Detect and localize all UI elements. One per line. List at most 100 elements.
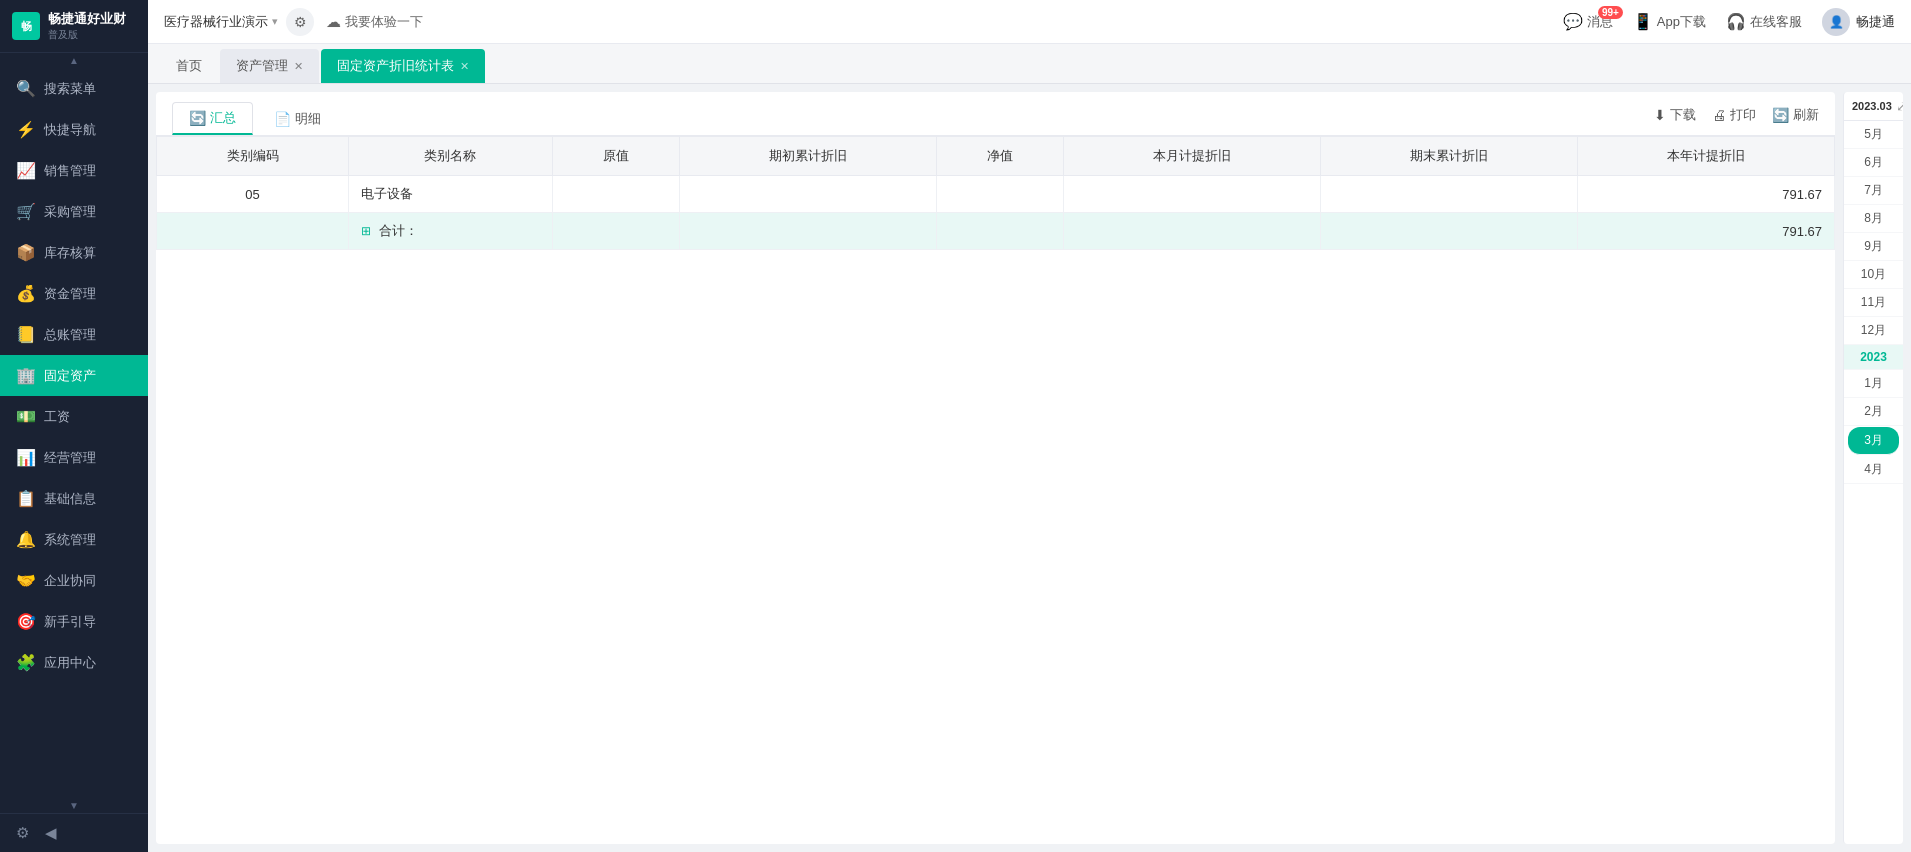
sidebar-label-appstore: 应用中心	[44, 654, 96, 672]
avatar: 👤	[1822, 8, 1850, 36]
sidebar-item-sales[interactable]: 📈销售管理	[0, 150, 148, 191]
date-panel-expand-icon[interactable]: ⤢	[1896, 98, 1903, 114]
app-download-label: App下载	[1657, 13, 1706, 31]
subtotal-net-value	[936, 213, 1063, 250]
tab-depreciation[interactable]: 固定资产折旧统计表 ✕	[321, 49, 485, 83]
row-code: 05	[157, 176, 349, 213]
sidebar-icon-appstore: 🧩	[16, 653, 34, 672]
date-item-2[interactable]: 2月	[1844, 398, 1903, 426]
username: 畅捷通	[1856, 13, 1895, 31]
sidebar-item-ledger[interactable]: 📒总账管理	[0, 314, 148, 355]
sidebar-item-system[interactable]: 🔔系统管理	[0, 519, 148, 560]
sidebar-item-guide[interactable]: 🎯新手引导	[0, 601, 148, 642]
subtotal-empty	[157, 213, 349, 250]
sidebar: 畅 畅捷通好业财 普及版 ▲ 🔍搜索菜单⚡快捷导航📈销售管理🛒采购管理📦库存核算…	[0, 0, 148, 852]
col-yearly-dep: 本年计提折旧	[1578, 137, 1835, 176]
sidebar-item-salary[interactable]: 💵 工资	[0, 396, 148, 437]
sub-tabs: 🔄 汇总 📄 明细	[172, 102, 338, 135]
date-item-11[interactable]: 11月	[1844, 289, 1903, 317]
sub-tab-summary[interactable]: 🔄 汇总	[172, 102, 253, 135]
date-item-10[interactable]: 10月	[1844, 261, 1903, 289]
row-monthly-dep	[1064, 176, 1321, 213]
sidebar-item-collab[interactable]: 🤝企业协同	[0, 560, 148, 601]
print-button[interactable]: 🖨 打印	[1712, 106, 1756, 124]
tab-home[interactable]: 首页	[160, 49, 218, 83]
scroll-down-icon[interactable]: ▼	[69, 800, 79, 811]
sidebar-label-ledger: 总账管理	[44, 326, 96, 344]
sidebar-item-funds[interactable]: 💰资金管理	[0, 273, 148, 314]
settings-button[interactable]: ⚙	[286, 8, 314, 36]
subtotal-monthly-dep	[1064, 213, 1321, 250]
app-title-group: 畅捷通好业财 普及版	[48, 10, 126, 42]
sidebar-icon-sales: 📈	[16, 161, 34, 180]
download-button[interactable]: ⬇ 下载	[1654, 106, 1696, 124]
customer-service-button[interactable]: 🎧 在线客服	[1726, 12, 1802, 31]
row-name: 电子设备	[349, 176, 553, 213]
subtotal-row: ⊞ 合计： 791.67	[157, 213, 1835, 250]
experience-label: 我要体验一下	[345, 13, 423, 31]
page-content: 🔄 汇总 📄 明细 ⬇ 下载 🖨 打印	[156, 92, 1835, 844]
subtotal-yearly-dep: 791.67	[1578, 213, 1835, 250]
date-item-7[interactable]: 7月	[1844, 177, 1903, 205]
sidebar-item-inventory[interactable]: 📦 库存核算	[0, 232, 148, 273]
avatar-icon: 👤	[1829, 15, 1844, 29]
sidebar-icon-guide: 🎯	[16, 612, 34, 631]
sidebar-label-salary: 工资	[44, 408, 70, 426]
tabbar: 首页 资产管理 ✕ 固定资产折旧统计表 ✕	[148, 44, 1911, 84]
sidebar-icon-funds: 💰	[16, 284, 34, 303]
scroll-up-icon[interactable]: ▲	[69, 55, 79, 66]
app-download-button[interactable]: 📱 App下载	[1633, 12, 1706, 31]
tab-asset-mgmt-close-icon[interactable]: ✕	[294, 60, 303, 73]
summary-icon: 🔄	[189, 110, 206, 126]
company-selector[interactable]: 医疗器械行业演示 ▾	[164, 13, 278, 31]
table-container: 类别编码 类别名称 原值 期初累计折旧 净值 本月计提折旧 期末累计折旧 本年计…	[156, 136, 1835, 844]
date-item-12[interactable]: 12月	[1844, 317, 1903, 345]
sidebar-icon-inventory: 📦	[16, 243, 34, 262]
data-table: 类别编码 类别名称 原值 期初累计折旧 净值 本月计提折旧 期末累计折旧 本年计…	[156, 136, 1835, 250]
main-area: 医疗器械行业演示 ▾ ⚙ ☁ 我要体验一下 💬 消息 99+ 📱 App下载 🎧…	[148, 0, 1911, 852]
download-label: 下载	[1670, 106, 1696, 124]
sidebar-item-operations[interactable]: 📊经营管理	[0, 437, 148, 478]
date-panel-title: 2023.03	[1848, 100, 1896, 112]
date-panel: 2023.03 ⤢ ✕ 5月 6月 7月 8月 9月 10月 11月 12月 2…	[1843, 92, 1903, 844]
tab-asset-mgmt[interactable]: 资产管理 ✕	[220, 49, 319, 83]
tab-asset-mgmt-label: 资产管理	[236, 57, 288, 75]
sidebar-item-appstore[interactable]: 🧩 应用中心	[0, 642, 148, 683]
sidebar-icon-salary: 💵	[16, 407, 34, 426]
sidebar-item-purchase[interactable]: 🛒采购管理	[0, 191, 148, 232]
tab-depreciation-close-icon[interactable]: ✕	[460, 60, 469, 73]
subtotal-icon: ⊞	[361, 224, 371, 238]
date-item-5[interactable]: 5月	[1844, 121, 1903, 149]
gear-icon: ⚙	[294, 14, 307, 30]
date-item-3-active[interactable]: 3月	[1848, 427, 1899, 455]
date-item-6[interactable]: 6月	[1844, 149, 1903, 177]
experience-button[interactable]: ☁ 我要体验一下	[326, 13, 423, 31]
sub-tab-detail[interactable]: 📄 明细	[257, 102, 338, 135]
date-item-9[interactable]: 9月	[1844, 233, 1903, 261]
sidebar-label-collab: 企业协同	[44, 572, 96, 590]
date-item-4[interactable]: 4月	[1844, 456, 1903, 484]
sidebar-icon-fixed: 🏢	[16, 366, 34, 385]
refresh-label: 刷新	[1793, 106, 1819, 124]
row-net-value	[936, 176, 1063, 213]
sidebar-label-inventory: 库存核算	[44, 244, 96, 262]
sidebar-icon-basic: 📋	[16, 489, 34, 508]
sidebar-item-fixed[interactable]: 🏢固定资产	[0, 355, 148, 396]
col-net-value: 净值	[936, 137, 1063, 176]
refresh-button[interactable]: 🔄 刷新	[1772, 106, 1819, 124]
messages-button[interactable]: 💬 消息 99+	[1563, 12, 1613, 31]
sidebar-item-basic[interactable]: 📋基础信息	[0, 478, 148, 519]
sidebar-item-quicknav[interactable]: ⚡快捷导航	[0, 109, 148, 150]
date-item-1[interactable]: 1月	[1844, 370, 1903, 398]
sidebar-item-search[interactable]: 🔍搜索菜单	[0, 68, 148, 109]
settings-icon[interactable]: ⚙	[16, 824, 29, 842]
sidebar-footer: ⚙ ◀	[0, 813, 148, 852]
collapse-icon[interactable]: ◀	[45, 824, 57, 842]
user-menu[interactable]: 👤 畅捷通	[1822, 8, 1895, 36]
row-period-dep	[679, 176, 936, 213]
refresh-icon: 🔄	[1772, 107, 1789, 123]
col-monthly-dep: 本月计提折旧	[1064, 137, 1321, 176]
date-item-8[interactable]: 8月	[1844, 205, 1903, 233]
topbar-right: 💬 消息 99+ 📱 App下载 🎧 在线客服 👤 畅捷通	[1563, 8, 1895, 36]
tab-home-label: 首页	[176, 57, 202, 75]
